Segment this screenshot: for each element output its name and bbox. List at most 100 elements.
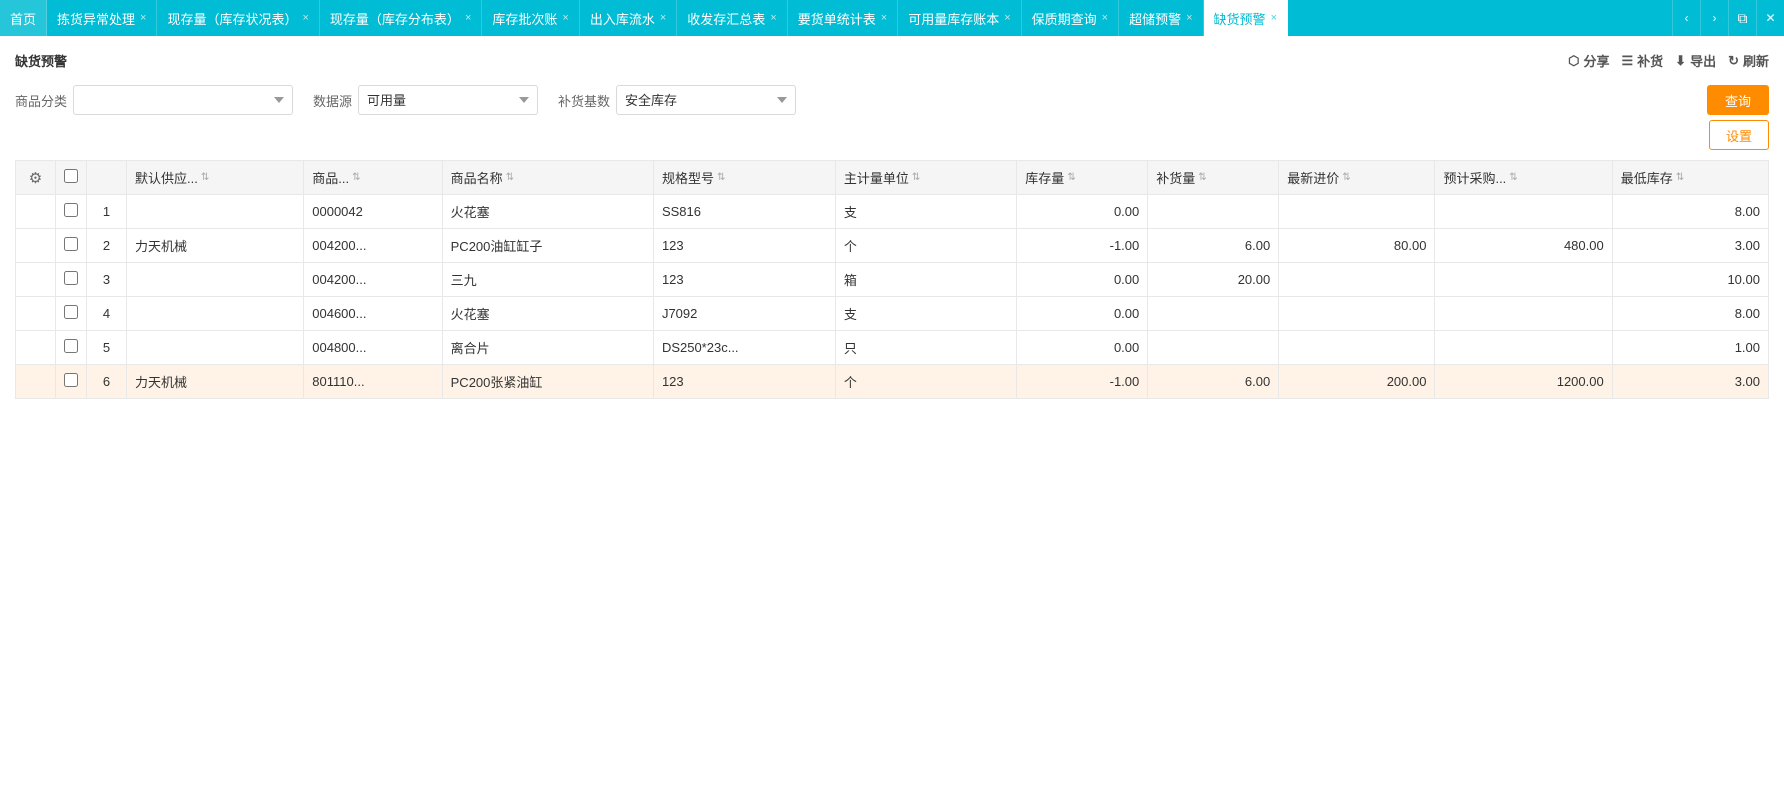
td-min-stock-3: 8.00 xyxy=(1612,297,1768,331)
nav-tab-shortage-warn-label: 缺货预警 xyxy=(1214,9,1266,28)
refresh-button[interactable]: ↻ 刷新 xyxy=(1728,51,1769,70)
th-min-stock-label: 最低库存 xyxy=(1621,168,1673,187)
sort-icon-product-code: ⇅ xyxy=(352,172,360,183)
td-row-num-5: 6 xyxy=(87,365,127,399)
th-default-supplier-label: 默认供应... xyxy=(135,168,198,187)
nav-tab-inventory-dist-close[interactable]: × xyxy=(465,12,471,24)
nav-tab-batch-account[interactable]: 库存批次账 × xyxy=(482,0,579,36)
td-product-name-1: PC200油缸缸子 xyxy=(442,229,653,263)
data-source-filter-item: 数据源 可用量 xyxy=(313,85,538,115)
filter-section: 商品分类 数据源 可用量 补货基数 安全库存 查询 xyxy=(15,85,1769,150)
td-spec-1: 123 xyxy=(653,229,835,263)
nav-restore-button[interactable]: ⧉ xyxy=(1728,0,1756,36)
th-replenish-qty: 补货量 ⇅ xyxy=(1148,161,1279,195)
nav-tab-expiry-query[interactable]: 保质期查询 × xyxy=(1022,0,1119,36)
data-source-select[interactable]: 可用量 xyxy=(358,85,538,115)
nav-tab-home[interactable]: 首页 xyxy=(0,0,47,36)
td-product-code-3: 004600... xyxy=(304,297,442,331)
nav-tab-exception-label: 拣货异常处理 xyxy=(57,9,135,28)
nav-scroll-right-button[interactable]: › xyxy=(1700,0,1728,36)
th-spec-label: 规格型号 xyxy=(662,168,714,187)
nav-tab-inventory-status[interactable]: 现存量（库存状况表） × xyxy=(157,0,319,36)
td-est-purchase-4 xyxy=(1435,331,1612,365)
nav-tab-inout-flow[interactable]: 出入库流水 × xyxy=(580,0,677,36)
row-checkbox-5[interactable] xyxy=(64,373,78,387)
nav-scroll-left-button[interactable]: ‹ xyxy=(1672,0,1700,36)
settings-button[interactable]: 设置 xyxy=(1709,120,1769,150)
filter-action-buttons: 查询 设置 xyxy=(1707,85,1769,150)
nav-tab-overstock-warn-close[interactable]: × xyxy=(1186,12,1192,24)
th-stock: 库存量 ⇅ xyxy=(1017,161,1148,195)
td-default-supplier-2 xyxy=(127,263,304,297)
th-unit: 主计量单位 ⇅ xyxy=(835,161,1016,195)
td-row-num-4: 5 xyxy=(87,331,127,365)
column-settings-icon[interactable]: ⚙ xyxy=(24,169,47,187)
td-min-stock-1: 3.00 xyxy=(1612,229,1768,263)
nav-tab-expiry-query-close[interactable]: × xyxy=(1102,12,1108,24)
row-checkbox-0[interactable] xyxy=(64,203,78,217)
replenish-button[interactable]: ☰ 补货 xyxy=(1621,51,1663,70)
data-source-label: 数据源 xyxy=(313,91,352,110)
nav-tab-home-label: 首页 xyxy=(10,9,36,28)
nav-tab-order-stat-label: 要货单统计表 xyxy=(798,9,876,28)
select-all-checkbox[interactable] xyxy=(64,169,78,183)
refresh-label: 刷新 xyxy=(1743,51,1769,70)
nav-tab-avail-ledger-close[interactable]: × xyxy=(1004,12,1010,24)
th-row-num xyxy=(87,161,127,195)
nav-tab-shortage-warn-close[interactable]: × xyxy=(1271,12,1277,24)
td-settings-2 xyxy=(16,263,56,297)
row-checkbox-3[interactable] xyxy=(64,305,78,319)
td-spec-5: 123 xyxy=(653,365,835,399)
nav-close-button[interactable]: ✕ xyxy=(1756,0,1784,36)
share-button[interactable]: ⬡ 分享 xyxy=(1568,51,1609,70)
sort-icon-est-purchase: ⇅ xyxy=(1509,172,1517,183)
td-row-num-1: 2 xyxy=(87,229,127,263)
td-product-code-4: 004800... xyxy=(304,331,442,365)
td-stock-5: -1.00 xyxy=(1017,365,1148,399)
nav-tab-collect-summary-close[interactable]: × xyxy=(770,12,776,24)
td-checkbox-5 xyxy=(56,365,87,399)
td-min-stock-2: 10.00 xyxy=(1612,263,1768,297)
td-unit-5: 个 xyxy=(835,365,1016,399)
td-product-code-2: 004200... xyxy=(304,263,442,297)
table-body: 1 0000042 火花塞 SS816 支 0.00 8.00 2 力天机械 0… xyxy=(16,195,1769,399)
share-label: 分享 xyxy=(1583,51,1609,70)
nav-tab-order-stat[interactable]: 要货单统计表 × xyxy=(788,0,898,36)
replenish-icon: ☰ xyxy=(1621,53,1633,69)
nav-tab-exception-close[interactable]: × xyxy=(140,12,146,24)
nav-tab-inout-flow-close[interactable]: × xyxy=(660,12,666,24)
td-latest-price-4 xyxy=(1279,331,1435,365)
nav-tab-collect-summary[interactable]: 收发存汇总表 × xyxy=(677,0,787,36)
td-checkbox-0 xyxy=(56,195,87,229)
td-est-purchase-2 xyxy=(1435,263,1612,297)
export-icon: ⬇ xyxy=(1675,53,1686,69)
nav-tab-inventory-dist[interactable]: 现存量（库存分布表） × xyxy=(320,0,482,36)
nav-tab-order-stat-close[interactable]: × xyxy=(881,12,887,24)
nav-tab-inventory-status-close[interactable]: × xyxy=(302,12,308,24)
export-button[interactable]: ⬇ 导出 xyxy=(1675,51,1716,70)
nav-tab-collect-summary-label: 收发存汇总表 xyxy=(687,9,765,28)
query-button[interactable]: 查询 xyxy=(1707,85,1769,115)
td-unit-2: 箱 xyxy=(835,263,1016,297)
page-title: 缺货预警 xyxy=(15,51,67,70)
sort-icon-replenish-qty: ⇅ xyxy=(1198,172,1206,183)
td-est-purchase-0 xyxy=(1435,195,1612,229)
replenish-base-select[interactable]: 安全库存 xyxy=(616,85,796,115)
row-checkbox-2[interactable] xyxy=(64,271,78,285)
row-checkbox-4[interactable] xyxy=(64,339,78,353)
td-checkbox-4 xyxy=(56,331,87,365)
nav-tab-overstock-warn[interactable]: 超储预警 × xyxy=(1119,0,1203,36)
nav-tab-batch-account-close[interactable]: × xyxy=(562,12,568,24)
td-product-name-2: 三九 xyxy=(442,263,653,297)
td-stock-0: 0.00 xyxy=(1017,195,1148,229)
nav-tab-shortage-warn[interactable]: 缺货预警 × xyxy=(1204,0,1288,36)
nav-tab-exception[interactable]: 拣货异常处理 × xyxy=(47,0,157,36)
td-stock-1: -1.00 xyxy=(1017,229,1148,263)
row-checkbox-1[interactable] xyxy=(64,237,78,251)
refresh-icon: ↻ xyxy=(1728,53,1739,69)
category-filter-item: 商品分类 xyxy=(15,85,293,115)
nav-tab-avail-ledger[interactable]: 可用量库存账本 × xyxy=(898,0,1021,36)
td-spec-3: J7092 xyxy=(653,297,835,331)
td-latest-price-2 xyxy=(1279,263,1435,297)
category-select[interactable] xyxy=(73,85,293,115)
